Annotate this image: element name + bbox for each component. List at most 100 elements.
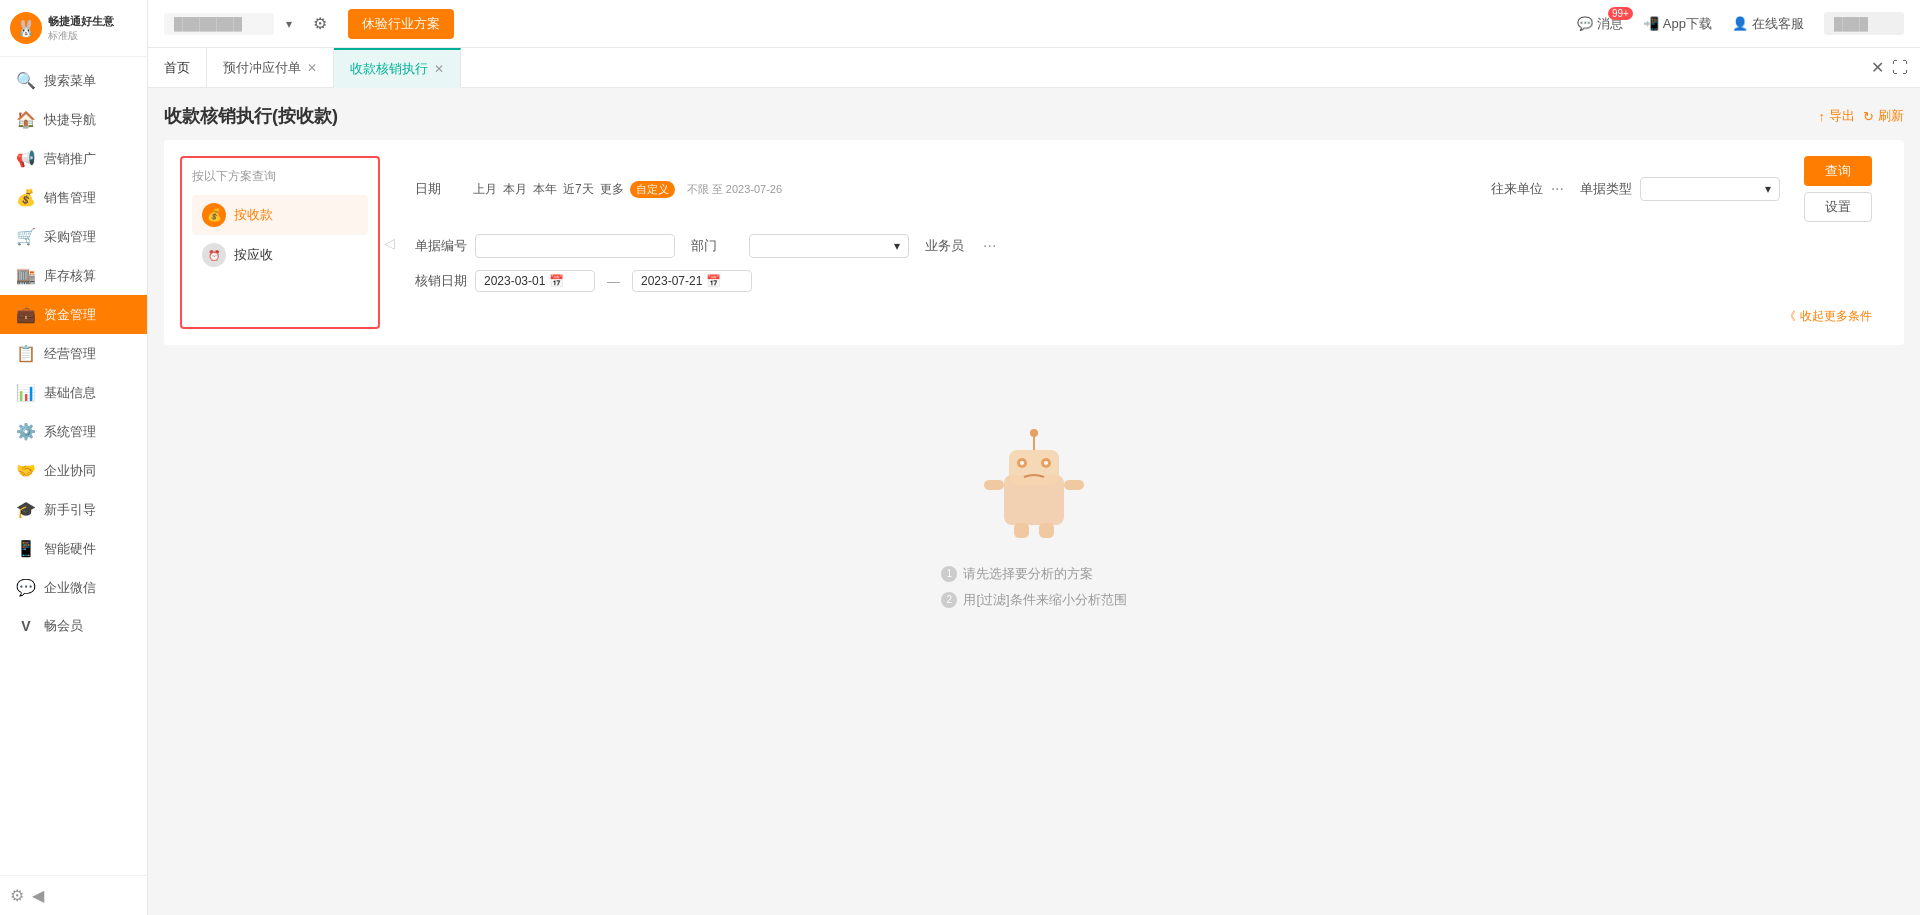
- counterpart-label: 往来单位: [1491, 180, 1543, 198]
- tab-prepay-offset-label: 预付冲应付单: [223, 59, 301, 77]
- top-header: ████████ ▾ ⚙ 休验行业方案 💬 消息 99+ 📲 App下载 👤 在…: [148, 0, 1920, 48]
- counterpart-more-btn[interactable]: ···: [1551, 180, 1564, 198]
- service-icon: 👤: [1732, 16, 1748, 31]
- purchase-icon: 🛒: [16, 227, 36, 246]
- sidebar-label-enterprise-coop: 企业协同: [44, 462, 96, 480]
- shortcut-7days[interactable]: 近7天: [563, 181, 594, 198]
- refresh-btn[interactable]: ↻ 刷新: [1863, 107, 1904, 125]
- sidebar-label-system: 系统管理: [44, 423, 96, 441]
- header-settings-icon[interactable]: ⚙: [304, 8, 336, 40]
- doc-type-select[interactable]: ▾: [1640, 177, 1780, 201]
- filter-panel: 按以下方案查询 💰 按收款 ⏰ 按应收 ◁: [164, 140, 1904, 345]
- header-dropdown-icon[interactable]: ▾: [286, 17, 292, 31]
- system-icon: ⚙️: [16, 422, 36, 441]
- filter-collapse-btn[interactable]: ◁: [380, 156, 399, 329]
- sidebar-item-basic[interactable]: 📊 基础信息: [0, 373, 147, 412]
- sidebar-item-inventory[interactable]: 🏬 库存核算: [0, 256, 147, 295]
- sidebar-collapse-icon[interactable]: ◀: [32, 886, 44, 905]
- date-label: 日期: [415, 180, 465, 198]
- salesperson-field: 业务员 ···: [925, 237, 996, 255]
- doc-no-field: 单据编号: [415, 234, 675, 258]
- sidebar-item-quick-nav[interactable]: 🏠 快捷导航: [0, 100, 147, 139]
- sidebar-item-marketing[interactable]: 📢 营销推广: [0, 139, 147, 178]
- sidebar-item-smart-hw[interactable]: 📱 智能硬件: [0, 529, 147, 568]
- query-btn[interactable]: 查询: [1804, 156, 1872, 186]
- shortcut-more[interactable]: 更多: [600, 181, 624, 198]
- filter-option-by-receipt[interactable]: 💰 按收款: [192, 195, 368, 235]
- marketing-icon: 📢: [16, 149, 36, 168]
- sidebar-label-sales: 销售管理: [44, 189, 96, 207]
- svg-rect-10: [1014, 523, 1029, 538]
- svg-rect-1: [1009, 450, 1059, 485]
- tab-prepay-offset[interactable]: 预付冲应付单 ✕: [207, 48, 334, 88]
- tab-prepay-offset-close[interactable]: ✕: [307, 61, 317, 75]
- industry-btn[interactable]: 休验行业方案: [348, 9, 454, 39]
- page-actions: ↑ 导出 ↻ 刷新: [1819, 107, 1905, 125]
- tip-num-2: 2: [941, 592, 957, 608]
- filter-row-1: 日期 上月 本月 本年 近7天 更多 自定义 不限 至 2023-07-26: [415, 156, 1872, 222]
- header-msg[interactable]: 💬 消息 99+: [1577, 15, 1623, 33]
- by-receipt-label: 按收款: [234, 206, 273, 224]
- tip-num-1: 1: [941, 566, 957, 582]
- sidebar-item-fund[interactable]: 💼 资金管理: [0, 295, 147, 334]
- page-title: 收款核销执行(按收款): [164, 104, 338, 128]
- salesperson-more-btn[interactable]: ···: [983, 237, 996, 255]
- by-receipt-icon: 💰: [202, 203, 226, 227]
- header-app[interactable]: 📲 App下载: [1643, 15, 1712, 33]
- tab-receipt-writeoff-close[interactable]: ✕: [434, 62, 444, 76]
- msg-icon: 💬: [1577, 16, 1593, 31]
- writeoff-date-end-value: 2023-07-21: [641, 274, 702, 288]
- sidebar-item-biz[interactable]: 📋 经营管理: [0, 334, 147, 373]
- settings-btn[interactable]: 设置: [1804, 192, 1872, 222]
- header-user[interactable]: ████: [1824, 12, 1904, 35]
- doc-type-chevron: ▾: [1765, 182, 1771, 196]
- empty-tip-2: 2 用[过滤]条件来缩小分析范围: [941, 587, 1126, 613]
- logo-icon: 🐰: [10, 12, 42, 44]
- header-service[interactable]: 👤 在线客服: [1732, 15, 1804, 33]
- more-conditions-toggle[interactable]: 《 收起更多条件: [415, 304, 1872, 329]
- guide-icon: 🎓: [16, 500, 36, 519]
- shortcut-custom[interactable]: 自定义: [630, 181, 675, 198]
- tab-receipt-writeoff[interactable]: 收款核销执行 ✕: [334, 48, 461, 88]
- tab-close-all-icon[interactable]: ✕: [1871, 58, 1884, 77]
- filter-option-by-receivable[interactable]: ⏰ 按应收: [192, 235, 368, 275]
- filter-row-2: 单据编号 部门 ▾ 业务员 ···: [415, 234, 1872, 258]
- shortcut-last-month[interactable]: 上月: [473, 181, 497, 198]
- tab-home[interactable]: 首页: [148, 48, 207, 88]
- filter-left-title: 按以下方案查询: [192, 168, 368, 185]
- biz-icon: 📋: [16, 344, 36, 363]
- shortcut-this-year[interactable]: 本年: [533, 181, 557, 198]
- empty-state-illustration: [974, 425, 1094, 545]
- quick-nav-icon: 🏠: [16, 110, 36, 129]
- sidebar-item-enterprise-coop[interactable]: 🤝 企业协同: [0, 451, 147, 490]
- smart-hw-icon: 📱: [16, 539, 36, 558]
- sidebar-item-guide[interactable]: 🎓 新手引导: [0, 490, 147, 529]
- sidebar-item-search-menu[interactable]: 🔍 搜索菜单: [0, 61, 147, 100]
- writeoff-date-end-input[interactable]: 2023-07-21 📅: [632, 270, 752, 292]
- tab-bar-actions: ✕ ⛶: [1859, 58, 1920, 77]
- writeoff-date-start-input[interactable]: 2023-03-01 📅: [475, 270, 595, 292]
- app-icon: 📲: [1643, 16, 1659, 31]
- shortcut-this-month[interactable]: 本月: [503, 181, 527, 198]
- fund-icon: 💼: [16, 305, 36, 324]
- page-content: 收款核销执行(按收款) ↑ 导出 ↻ 刷新 按以下方案查询: [148, 88, 1920, 915]
- inventory-icon: 🏬: [16, 266, 36, 285]
- sidebar-item-wechat[interactable]: 💬 企业微信: [0, 568, 147, 607]
- sidebar-item-member[interactable]: V 畅会员: [0, 607, 147, 645]
- sidebar-label-basic: 基础信息: [44, 384, 96, 402]
- tab-home-label: 首页: [164, 59, 190, 77]
- svg-rect-8: [984, 480, 1004, 490]
- date-unlimited-text: 不限 至 2023-07-26: [687, 182, 782, 197]
- sidebar-label-fund: 资金管理: [44, 306, 96, 324]
- sidebar-label-purchase: 采购管理: [44, 228, 96, 246]
- doc-type-label: 单据类型: [1580, 180, 1632, 198]
- sidebar-item-sales[interactable]: 💰 销售管理: [0, 178, 147, 217]
- export-btn[interactable]: ↑ 导出: [1819, 107, 1856, 125]
- sidebar-item-system[interactable]: ⚙️ 系统管理: [0, 412, 147, 451]
- dept-select[interactable]: ▾: [749, 234, 909, 258]
- tab-fullscreen-icon[interactable]: ⛶: [1892, 59, 1908, 77]
- sidebar-settings-icon[interactable]: ⚙: [10, 886, 24, 905]
- header-brand: ████████: [164, 13, 274, 35]
- sidebar-item-purchase[interactable]: 🛒 采购管理: [0, 217, 147, 256]
- doc-no-input[interactable]: [475, 234, 675, 258]
